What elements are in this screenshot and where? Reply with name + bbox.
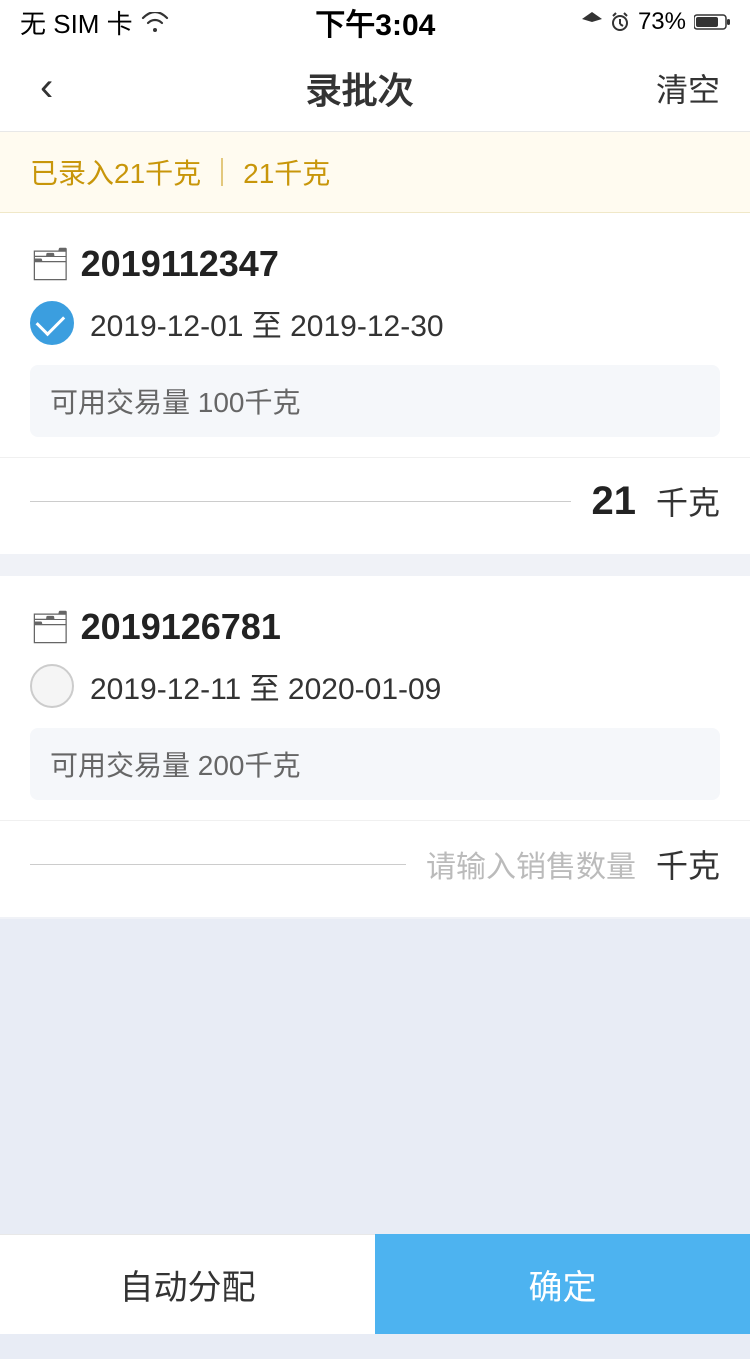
status-left: 无 SIM 卡 bbox=[20, 4, 169, 41]
status-time: 下午3:04 bbox=[315, 0, 435, 44]
location-icon bbox=[582, 12, 602, 32]
recorded-amount-value: 21千克 bbox=[243, 152, 330, 192]
batch-row-1[interactable]: 2019-12-01 至 2019-12-30 bbox=[30, 301, 720, 345]
radio-button-2[interactable] bbox=[30, 664, 74, 708]
qty-row-2: 请输入销售数量 千克 bbox=[0, 820, 750, 917]
banner-divider bbox=[221, 158, 223, 186]
qty-placeholder-2[interactable]: 请输入销售数量 bbox=[426, 842, 636, 886]
nav-bar: ‹ 录批次 清空 bbox=[0, 44, 750, 132]
battery-percent: 73% bbox=[638, 8, 686, 36]
qty-value-1[interactable]: 21 bbox=[591, 479, 636, 524]
date-range-2: 2019-12-11 至 2020-01-09 bbox=[90, 664, 441, 708]
page-title: 录批次 bbox=[306, 62, 414, 114]
status-right: 73% bbox=[582, 8, 730, 36]
batch-header-1: 🗂 2019112347 bbox=[30, 243, 720, 285]
qty-underline-1 bbox=[30, 501, 571, 502]
card-divider bbox=[0, 556, 750, 576]
status-bar: 无 SIM 卡 下午3:04 73% bbox=[0, 0, 750, 44]
battery-icon bbox=[694, 13, 730, 31]
batch-header-2: 🗂 2019126781 bbox=[30, 606, 720, 648]
radio-button-1[interactable] bbox=[30, 301, 74, 345]
date-range-1: 2019-12-01 至 2019-12-30 bbox=[90, 301, 444, 345]
qty-unit-2: 千克 bbox=[656, 841, 720, 887]
qty-underline-2 bbox=[30, 864, 406, 865]
batch-row-2[interactable]: 2019-12-11 至 2020-01-09 bbox=[30, 664, 720, 708]
clear-button[interactable]: 清空 bbox=[656, 65, 720, 111]
info-banner: 已录入21千克 21千克 bbox=[0, 132, 750, 213]
batch-id-icon-2: 🗂 bbox=[30, 608, 71, 646]
batch-card-1: 🗂 2019112347 2019-12-01 至 2019-12-30 可用交… bbox=[0, 213, 750, 554]
batch-id-2: 2019126781 bbox=[81, 606, 281, 648]
qty-unit-1: 千克 bbox=[656, 478, 720, 524]
alarm-icon bbox=[610, 12, 630, 32]
wifi-icon bbox=[141, 12, 169, 32]
confirm-button[interactable]: 确定 bbox=[375, 1234, 750, 1334]
available-qty-1: 可用交易量 100千克 bbox=[30, 365, 720, 437]
no-sim-text: 无 SIM 卡 bbox=[20, 4, 133, 41]
batch-id-icon-1: 🗂 bbox=[30, 245, 71, 283]
bottom-bar: 自动分配 确定 bbox=[0, 1234, 750, 1334]
back-button[interactable]: ‹ bbox=[30, 55, 63, 120]
batch-card-2: 🗂 2019126781 2019-12-11 至 2020-01-09 可用交… bbox=[0, 576, 750, 917]
auto-distribute-button[interactable]: 自动分配 bbox=[0, 1234, 375, 1334]
recorded-amount-label: 已录入21千克 bbox=[30, 152, 201, 192]
batch-id-1: 2019112347 bbox=[81, 243, 279, 285]
available-qty-2: 可用交易量 200千克 bbox=[30, 728, 720, 800]
qty-row-1: 21 千克 bbox=[0, 457, 750, 554]
